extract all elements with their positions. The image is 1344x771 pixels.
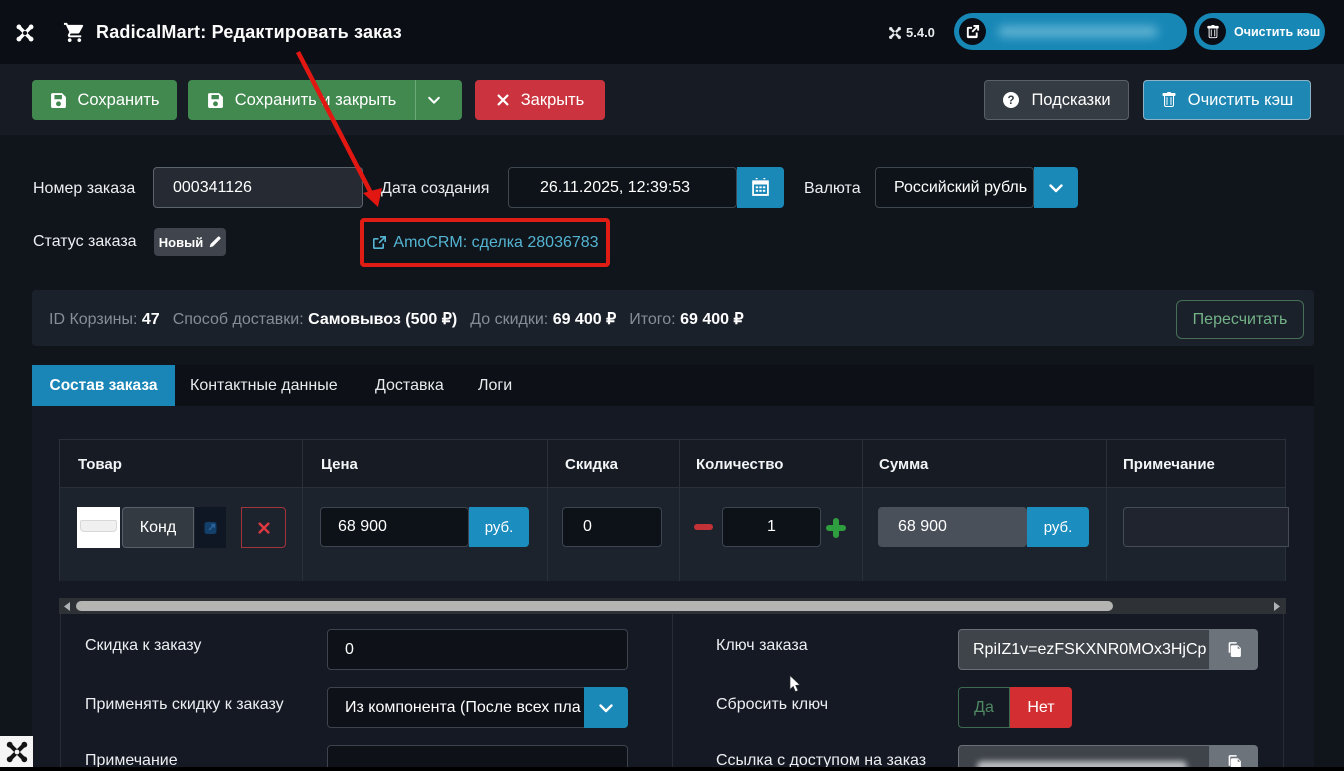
svg-text:?: ?	[1008, 95, 1015, 107]
